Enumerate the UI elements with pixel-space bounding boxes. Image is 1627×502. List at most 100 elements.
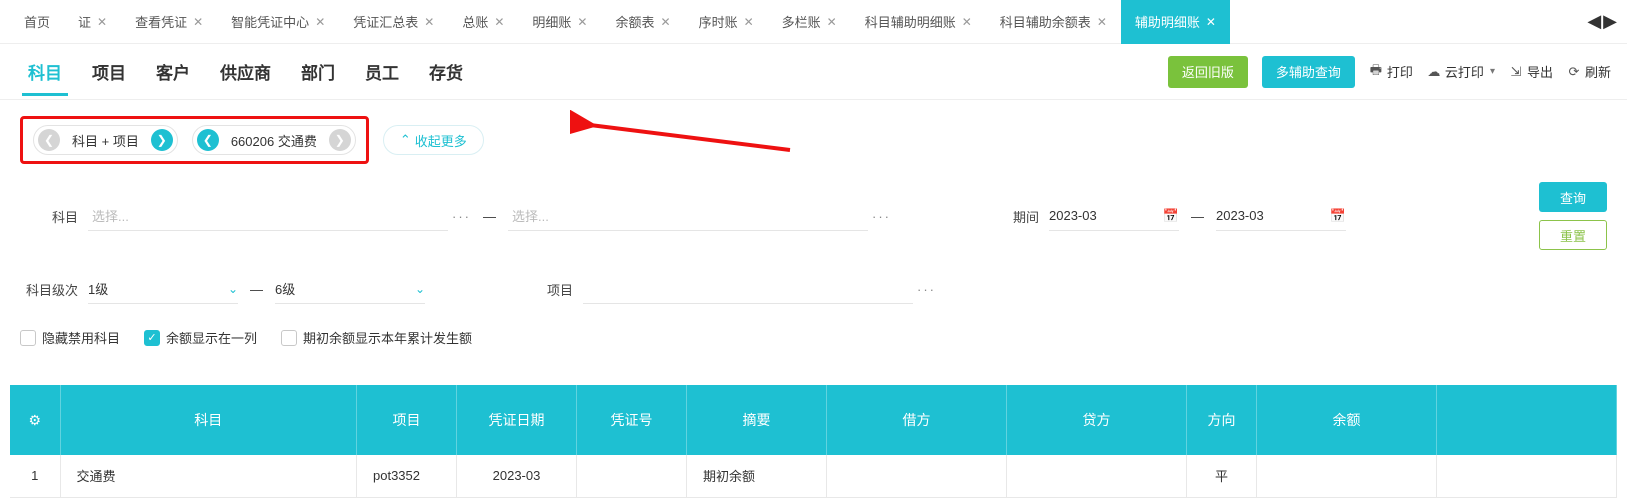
next-icon[interactable]: ❯	[329, 129, 351, 151]
refresh-icon: ⟳	[1567, 64, 1581, 80]
tab-smart-voucher-center[interactable]: 智能凭证中心 ✕	[217, 0, 339, 44]
prev-icon[interactable]: ❮	[197, 129, 219, 151]
export-button[interactable]: ⇲ 导出	[1509, 62, 1553, 81]
reset-button[interactable]: 重置	[1539, 220, 1607, 250]
col-extra	[1437, 385, 1617, 455]
period-from-value: 2023-03	[1049, 208, 1097, 223]
print-button[interactable]: 🖶 打印	[1369, 61, 1413, 83]
subtab-project[interactable]: 项目	[80, 49, 138, 94]
period-from-input[interactable]: 2023-03 📅	[1049, 201, 1179, 231]
close-icon[interactable]: ✕	[827, 15, 837, 29]
cell-extra	[1437, 455, 1617, 497]
multi-aux-button[interactable]: 多辅助查询	[1262, 56, 1355, 88]
tab-label: 证	[78, 12, 91, 31]
field-subject: 科目 选择... ··· — 选择... ···	[20, 201, 891, 231]
chevron-down-icon: ▾	[1490, 66, 1495, 77]
check-hide-disabled[interactable]: 隐藏禁用科目	[20, 328, 120, 347]
table-row[interactable]: 1 交通费 pot3352 2023-03 期初余额 平	[10, 455, 1617, 497]
close-icon[interactable]: ✕	[962, 15, 972, 29]
field-period: 期间 2023-03 📅 — 2023-03 📅	[981, 201, 1346, 231]
close-icon[interactable]: ✕	[424, 15, 434, 29]
field-level: 科目级次 1级 ⌄ — 6级 ⌄	[20, 274, 425, 304]
cell-summary: 期初余额	[687, 455, 827, 497]
close-icon[interactable]: ✕	[1206, 15, 1216, 29]
subject-to-input[interactable]: 选择...	[508, 201, 868, 231]
cell-date: 2023-03	[457, 455, 577, 497]
subtab-supplier[interactable]: 供应商	[208, 49, 283, 94]
pill-label: 660206 交通费	[219, 131, 329, 150]
close-icon[interactable]: ✕	[744, 15, 754, 29]
back-old-button[interactable]: 返回旧版	[1168, 56, 1248, 88]
col-date: 凭证日期	[457, 385, 577, 455]
export-label: 导出	[1527, 62, 1553, 81]
close-icon[interactable]: ✕	[577, 15, 587, 29]
tab-label: 智能凭证中心	[231, 12, 309, 31]
subtab-subject[interactable]: 科目	[16, 49, 74, 94]
col-credit: 贷方	[1007, 385, 1187, 455]
field-project: 项目 ···	[515, 274, 936, 304]
col-debit: 借方	[827, 385, 1007, 455]
action-bar: 返回旧版 多辅助查询 🖶 打印 ☁ 云打印 ▾ ⇲ 导出 ⟳ 刷新	[1168, 56, 1611, 88]
more-icon[interactable]: ···	[917, 282, 936, 297]
tab-scroll-left-icon[interactable]: ◀	[1587, 11, 1601, 32]
close-icon[interactable]: ✕	[315, 15, 325, 29]
col-summary: 摘要	[687, 385, 827, 455]
col-gear[interactable]: ⚙	[10, 385, 60, 455]
tab-view-voucher[interactable]: 查看凭证 ✕	[121, 0, 217, 44]
selector-row: ❮ 科目 + 项目 ❯ ❮ 660206 交通费 ❯ ⌃ 收起更多	[0, 100, 1627, 172]
tab-voucher-short[interactable]: 证 ✕	[64, 0, 121, 44]
project-input[interactable]	[583, 274, 913, 304]
check-label: 余额显示在一列	[166, 328, 257, 347]
pill-subject-project[interactable]: ❮ 科目 + 项目 ❯	[33, 125, 178, 155]
tab-subject-aux-balance[interactable]: 科目辅助余额表 ✕	[986, 0, 1121, 44]
tab-multicolumn[interactable]: 多栏账 ✕	[768, 0, 851, 44]
tab-scroll-right-icon[interactable]: ▶	[1603, 11, 1617, 32]
close-icon[interactable]: ✕	[193, 15, 203, 29]
tab-voucher-summary[interactable]: 凭证汇总表 ✕	[339, 0, 448, 44]
tab-detail-ledger[interactable]: 明细账 ✕	[518, 0, 601, 44]
tab-general-ledger[interactable]: 总账 ✕	[448, 0, 518, 44]
query-button[interactable]: 查询	[1539, 182, 1607, 212]
check-label: 隐藏禁用科目	[42, 328, 120, 347]
side-buttons: 查询 重置	[1539, 182, 1607, 250]
tab-home[interactable]: 首页	[10, 0, 64, 44]
tab-balance-sheet[interactable]: 余额表 ✕	[601, 0, 684, 44]
close-icon[interactable]: ✕	[661, 15, 671, 29]
close-icon[interactable]: ✕	[1097, 15, 1107, 29]
subtab-customer[interactable]: 客户	[144, 49, 202, 94]
tab-aux-detail[interactable]: 辅助明细账 ✕	[1121, 0, 1230, 44]
check-label: 期初余额显示本年累计发生额	[303, 328, 472, 347]
level-to-select[interactable]: 6级 ⌄	[275, 274, 425, 304]
prev-icon[interactable]: ❮	[38, 129, 60, 151]
level-to-value: 6级	[275, 279, 295, 298]
subtab-employee[interactable]: 员工	[353, 49, 411, 94]
more-icon[interactable]: ···	[872, 209, 891, 224]
level-from-select[interactable]: 1级 ⌄	[88, 274, 238, 304]
check-opening-ytd[interactable]: 期初余额显示本年累计发生额	[281, 328, 472, 347]
more-icon[interactable]: ···	[452, 209, 471, 224]
subtab-department[interactable]: 部门	[289, 49, 347, 94]
tab-label: 查看凭证	[135, 12, 187, 31]
refresh-button[interactable]: ⟳ 刷新	[1567, 62, 1611, 81]
filter-panel: 科目 选择... ··· — 选择... ··· 期间 2023-03 📅 — …	[0, 172, 1627, 377]
toggle-more-button[interactable]: ⌃ 收起更多	[383, 125, 484, 155]
cell-direction: 平	[1187, 455, 1257, 497]
next-icon[interactable]: ❯	[151, 129, 173, 151]
period-to-input[interactable]: 2023-03 📅	[1216, 201, 1346, 231]
print-label: 打印	[1387, 62, 1413, 81]
subject-from-input[interactable]: 选择...	[88, 201, 448, 231]
level-label: 科目级次	[20, 280, 78, 299]
tab-journal[interactable]: 序时账 ✕	[685, 0, 768, 44]
cloud-print-icon: ☁	[1427, 64, 1441, 80]
pill-subject-code[interactable]: ❮ 660206 交通费 ❯	[192, 125, 356, 155]
dash: —	[1191, 209, 1204, 224]
cell-voucher	[577, 455, 687, 497]
cell-project: pot3352	[357, 455, 457, 497]
close-icon[interactable]: ✕	[97, 15, 107, 29]
subtab-inventory[interactable]: 存货	[417, 49, 475, 94]
tab-subject-aux-detail[interactable]: 科目辅助明细账 ✕	[851, 0, 986, 44]
close-icon[interactable]: ✕	[494, 15, 504, 29]
check-balance-one-col[interactable]: ✓ 余额显示在一列	[144, 328, 257, 347]
cloud-print-button[interactable]: ☁ 云打印 ▾	[1427, 62, 1495, 81]
dash: —	[250, 282, 263, 297]
